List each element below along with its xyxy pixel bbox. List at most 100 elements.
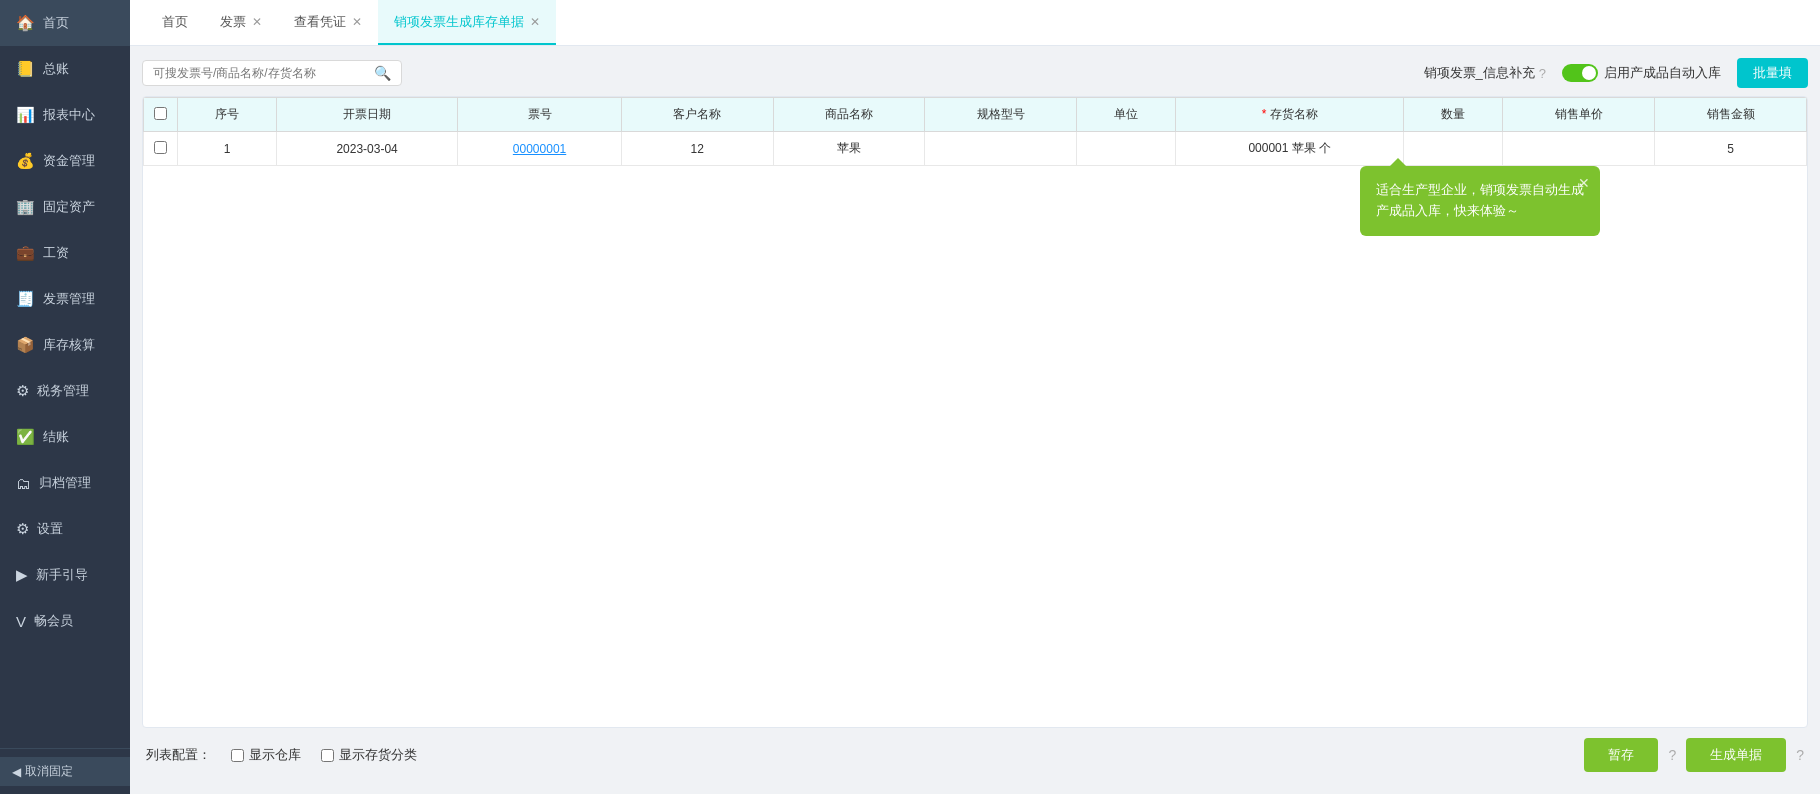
sidebar: 🏠 首页 📒 总账 📊 报表中心 💰 资金管理 🏢 固定资产 💼 工资 🧾 发票…: [0, 0, 130, 794]
tab-home[interactable]: 首页: [146, 0, 204, 45]
show-warehouse-text: 显示仓库: [249, 746, 301, 764]
generate-help-icon[interactable]: ?: [1796, 747, 1804, 763]
sidebar-item-label: 库存核算: [43, 336, 95, 354]
inventory-icon: 📦: [16, 336, 35, 354]
sidebar-item-label: 工资: [43, 244, 69, 262]
tax-icon: ⚙: [16, 382, 29, 400]
sidebar-item-home[interactable]: 🏠 首页: [0, 0, 130, 46]
fixed-assets-icon: 🏢: [16, 198, 35, 216]
th-date: 开票日期: [276, 98, 457, 132]
sidebar-item-archive[interactable]: 🗂 归档管理: [0, 460, 130, 506]
sidebar-item-funds[interactable]: 💰 资金管理: [0, 138, 130, 184]
show-category-label[interactable]: 显示存货分类: [321, 746, 417, 764]
row-date: 2023-03-04: [276, 132, 457, 166]
tab-invoice[interactable]: 发票 ✕: [204, 0, 278, 45]
show-warehouse-label[interactable]: 显示仓库: [231, 746, 301, 764]
table-header-row: 序号 开票日期 票号 客户名称 商品名称: [144, 98, 1807, 132]
sidebar-item-inventory[interactable]: 📦 库存核算: [0, 322, 130, 368]
row-checkbox[interactable]: [154, 141, 167, 154]
th-unit-price: 销售单价: [1503, 98, 1655, 132]
search-input[interactable]: [153, 66, 374, 80]
sidebar-item-settings[interactable]: ⚙ 设置: [0, 506, 130, 552]
sidebar-item-label: 结账: [43, 428, 69, 446]
show-category-checkbox[interactable]: [321, 749, 334, 762]
toggle-wrap: 启用产成品自动入库: [1562, 64, 1721, 82]
tab-view-voucher-label: 查看凭证: [294, 13, 346, 31]
tooltip-popup: ✕ 适合生产型企业，销项发票自动生成产成品入库，快来体验～: [1360, 166, 1600, 236]
row-checkbox-cell[interactable]: [144, 132, 178, 166]
th-quantity: 数量: [1404, 98, 1503, 132]
generate-button[interactable]: 生成单据: [1686, 738, 1786, 772]
search-icon: 🔍: [374, 65, 391, 81]
sidebar-item-label: 设置: [37, 520, 63, 538]
row-amount: 5: [1655, 132, 1807, 166]
cancel-fixed-icon: ◀: [12, 765, 21, 779]
auto-warehouse-toggle[interactable]: [1562, 64, 1598, 82]
tab-sales-invoice-close[interactable]: ✕: [530, 15, 540, 29]
sidebar-item-label: 固定资产: [43, 198, 95, 216]
tab-invoice-close[interactable]: ✕: [252, 15, 262, 29]
row-customer: 12: [621, 132, 773, 166]
select-all-checkbox[interactable]: [154, 107, 167, 120]
payroll-icon: 💼: [16, 244, 35, 262]
list-config-label: 列表配置：: [146, 746, 211, 764]
cancel-fixed-label: 取消固定: [25, 763, 73, 780]
th-product-name: 商品名称: [773, 98, 925, 132]
sidebar-item-label: 首页: [43, 14, 69, 32]
row-ticket-no[interactable]: 00000001: [458, 132, 622, 166]
settlement-icon: ✅: [16, 428, 35, 446]
th-customer: 客户名称: [621, 98, 773, 132]
batch-fill-button[interactable]: 批量填: [1737, 58, 1808, 88]
search-wrap[interactable]: 🔍: [142, 60, 402, 86]
sidebar-item-fixed-assets[interactable]: 🏢 固定资产: [0, 184, 130, 230]
th-ticket-no: 票号: [458, 98, 622, 132]
info-help-icon[interactable]: ?: [1539, 66, 1546, 81]
bottom-left: 列表配置： 显示仓库 显示存货分类: [146, 746, 417, 764]
row-product-name: 苹果: [773, 132, 925, 166]
tooltip-close-button[interactable]: ✕: [1578, 172, 1590, 194]
row-inventory-name: 000001 苹果 个: [1176, 132, 1404, 166]
tab-sales-invoice-label: 销项发票生成库存单据: [394, 13, 524, 31]
row-unit-price: [1503, 132, 1655, 166]
settings-icon: ⚙: [16, 520, 29, 538]
cancel-fixed-button[interactable]: ◀ 取消固定: [0, 757, 130, 786]
row-spec: [925, 132, 1077, 166]
toggle-label: 启用产成品自动入库: [1604, 64, 1721, 82]
vip-icon: V: [16, 613, 26, 630]
tab-invoice-label: 发票: [220, 13, 246, 31]
row-seq: 1: [178, 132, 277, 166]
th-checkbox: [144, 98, 178, 132]
invoice-mgmt-icon: 🧾: [16, 290, 35, 308]
sidebar-item-settlement[interactable]: ✅ 结账: [0, 414, 130, 460]
toolbar-right: 销项发票_信息补充 ? 启用产成品自动入库 批量填: [1424, 58, 1808, 88]
sidebar-item-label: 资金管理: [43, 152, 95, 170]
toggle-knob: [1582, 66, 1596, 80]
sidebar-item-label: 畅会员: [34, 612, 73, 630]
show-warehouse-checkbox[interactable]: [231, 749, 244, 762]
save-help-icon[interactable]: ?: [1668, 747, 1676, 763]
info-label: 销项发票_信息补充 ?: [1424, 64, 1546, 82]
tab-view-voucher-close[interactable]: ✕: [352, 15, 362, 29]
sidebar-item-ledger[interactable]: 📒 总账: [0, 46, 130, 92]
sidebar-item-label: 总账: [43, 60, 69, 78]
sidebar-item-tax[interactable]: ⚙ 税务管理: [0, 368, 130, 414]
sidebar-item-payroll[interactable]: 💼 工资: [0, 230, 130, 276]
sidebar-item-label: 报表中心: [43, 106, 95, 124]
ticket-no-link[interactable]: 00000001: [513, 142, 566, 156]
funds-icon: 💰: [16, 152, 35, 170]
tab-home-label: 首页: [162, 13, 188, 31]
th-unit: 单位: [1077, 98, 1176, 132]
th-spec: 规格型号: [925, 98, 1077, 132]
table-row: 1 2023-03-04 00000001 12 苹果 000001 苹果 个 …: [144, 132, 1807, 166]
main-area: 首页 发票 ✕ 查看凭证 ✕ 销项发票生成库存单据 ✕ 🔍 销项发票_信息补充: [130, 0, 1820, 794]
sidebar-item-guide[interactable]: ▶ 新手引导: [0, 552, 130, 598]
tab-view-voucher[interactable]: 查看凭证 ✕: [278, 0, 378, 45]
tab-sales-invoice-inventory[interactable]: 销项发票生成库存单据 ✕: [378, 0, 556, 45]
save-button[interactable]: 暂存: [1584, 738, 1658, 772]
sidebar-item-reports[interactable]: 📊 报表中心: [0, 92, 130, 138]
ledger-icon: 📒: [16, 60, 35, 78]
th-inventory-name: * 存货名称: [1176, 98, 1404, 132]
toolbar: 🔍 销项发票_信息补充 ? 启用产成品自动入库 批量填: [142, 58, 1808, 88]
sidebar-item-invoice-mgmt[interactable]: 🧾 发票管理: [0, 276, 130, 322]
sidebar-item-vip[interactable]: V 畅会员: [0, 598, 130, 644]
